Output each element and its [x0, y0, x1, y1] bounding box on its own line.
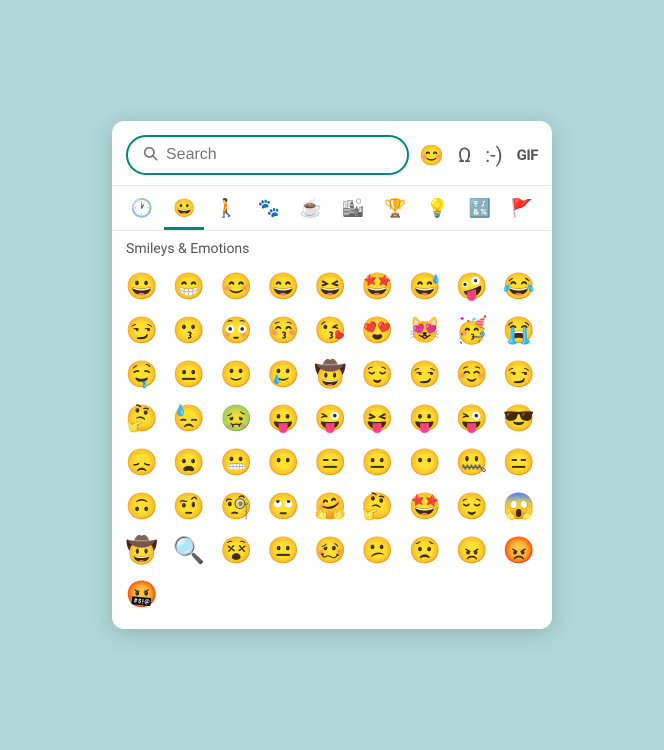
search-icon [142, 145, 158, 165]
emoji-cell[interactable]: 🥴 [308, 529, 352, 573]
emoji-cell[interactable]: 😑 [308, 441, 352, 485]
emoji-cell[interactable]: 😁 [167, 265, 211, 309]
emoji-cell[interactable]: 😆 [308, 265, 352, 309]
emoji-cell[interactable]: 😶 [403, 441, 447, 485]
section-label: Smileys & Emotions [112, 231, 552, 263]
emoji-picker: 😊 Ω :-) GIF 🕐😀🚶🐾☕🏙🏆💡🔣🚩 Smileys & Emotion… [112, 121, 552, 629]
emoji-cell[interactable]: 🤩 [403, 485, 447, 529]
tab-recent[interactable]: 🕐 [122, 192, 162, 230]
tab-objects[interactable]: 🏆 [375, 192, 415, 230]
emoji-cell[interactable]: 😗 [167, 309, 211, 353]
emoji-cell[interactable]: 😜 [308, 397, 352, 441]
tab-special[interactable]: 🔣 [460, 192, 500, 230]
tab-flags[interactable]: 🚩 [502, 192, 542, 230]
emoji-cell[interactable]: 🤨 [167, 485, 211, 529]
emoji-cell[interactable]: 😡 [497, 529, 541, 573]
emoji-cell[interactable]: 😏 [403, 353, 447, 397]
emoji-cell[interactable]: 🤔 [120, 397, 164, 441]
emoji-cell[interactable]: 🤔 [356, 485, 400, 529]
emoji-cell[interactable]: 😊 [214, 265, 258, 309]
emoji-cell[interactable]: 😍 [356, 309, 400, 353]
emoji-cell[interactable]: 🤩 [356, 265, 400, 309]
emoji-cell[interactable]: 🤢 [214, 397, 258, 441]
emoji-cell[interactable]: 🥲 [261, 353, 305, 397]
emoji-cell[interactable]: 🤠 [308, 353, 352, 397]
omega-icon-btn[interactable]: Ω [458, 145, 471, 165]
emoji-cell[interactable]: 😛 [261, 397, 305, 441]
tab-people[interactable]: 🚶 [206, 192, 246, 230]
emoji-cell[interactable]: ☺️ [450, 353, 494, 397]
category-tabs: 🕐😀🚶🐾☕🏙🏆💡🔣🚩 [112, 186, 552, 231]
tab-travel[interactable]: 🏙 [333, 192, 373, 230]
emoji-cell[interactable]: 😎 [497, 397, 541, 441]
emoji-cell[interactable]: 😄 [261, 265, 305, 309]
emoji-cell[interactable]: 😱 [497, 485, 541, 529]
emoji-cell[interactable]: 😻 [403, 309, 447, 353]
emoji-cell[interactable]: 🤤 [120, 353, 164, 397]
emoji-cell[interactable]: 😐 [356, 441, 400, 485]
emoji-cell[interactable]: 😳 [214, 309, 258, 353]
emoji-cell[interactable]: 😬 [214, 441, 258, 485]
tab-animals[interactable]: 🐾 [249, 192, 289, 230]
emoji-grid: 😀😁😊😄😆🤩😅🤪😂😏😗😳😚😘😍😻🥳😭🤤😐🙂🥲🤠😌😏☺️😏🤔😓🤢😛😜😝😛😜😎😞😦😬… [112, 263, 552, 621]
emoji-cell[interactable]: 🔍 [167, 529, 211, 573]
emoji-cell[interactable]: 😚 [261, 309, 305, 353]
emoji-cell[interactable]: 😘 [308, 309, 352, 353]
emoji-cell[interactable]: 😝 [356, 397, 400, 441]
emoji-cell[interactable]: 🤬 [120, 573, 164, 617]
emoji-cell[interactable]: 🙃 [120, 485, 164, 529]
header-row: 😊 Ω :-) GIF [112, 121, 552, 186]
emoji-cell[interactable]: 🤗 [308, 485, 352, 529]
emoji-cell[interactable]: 🤐 [450, 441, 494, 485]
emoji-cell[interactable]: 😓 [167, 397, 211, 441]
emoji-cell[interactable]: 🙄 [261, 485, 305, 529]
emoji-cell[interactable]: 😛 [403, 397, 447, 441]
emoji-cell[interactable]: 😑 [497, 441, 541, 485]
tab-symbols[interactable]: 💡 [417, 192, 457, 230]
emoji-cell[interactable]: 😏 [497, 353, 541, 397]
emoji-cell[interactable]: 😌 [356, 353, 400, 397]
emoji-cell[interactable]: 😂 [497, 265, 541, 309]
search-box[interactable] [126, 135, 409, 175]
emoji-cell[interactable]: 😅 [403, 265, 447, 309]
gif-icon-btn[interactable]: GIF [517, 148, 538, 163]
emoji-cell[interactable]: 🥳 [450, 309, 494, 353]
header-icons: 😊 Ω :-) GIF [419, 145, 538, 165]
emoji-cell[interactable]: 😶 [261, 441, 305, 485]
emoji-cell[interactable]: 😐 [167, 353, 211, 397]
emoji-cell[interactable]: 🤪 [450, 265, 494, 309]
emoji-cell[interactable]: 🤠 [120, 529, 164, 573]
emoji-cell[interactable]: 😏 [120, 309, 164, 353]
tab-smileys[interactable]: 😀 [164, 192, 204, 230]
emoji-cell[interactable]: 😭 [497, 309, 541, 353]
emoji-cell[interactable]: 😦 [167, 441, 211, 485]
emoji-cell[interactable]: 😀 [120, 265, 164, 309]
text-face-icon-btn[interactable]: :-) [485, 145, 502, 165]
emoji-cell[interactable]: 😵 [214, 529, 258, 573]
emoji-cell[interactable]: 😠 [450, 529, 494, 573]
emoji-cell[interactable]: 😞 [120, 441, 164, 485]
emoji-cell[interactable]: 😌 [450, 485, 494, 529]
emoji-cell[interactable]: 😐 [261, 529, 305, 573]
search-input[interactable] [166, 146, 393, 164]
emoji-icon-btn[interactable]: 😊 [419, 145, 444, 165]
emoji-cell[interactable]: 😜 [450, 397, 494, 441]
emoji-cell[interactable]: 🧐 [214, 485, 258, 529]
emoji-cell[interactable]: 😕 [356, 529, 400, 573]
tab-food[interactable]: ☕ [291, 192, 331, 230]
emoji-cell[interactable]: 🙂 [214, 353, 258, 397]
emoji-cell[interactable]: 😟 [403, 529, 447, 573]
